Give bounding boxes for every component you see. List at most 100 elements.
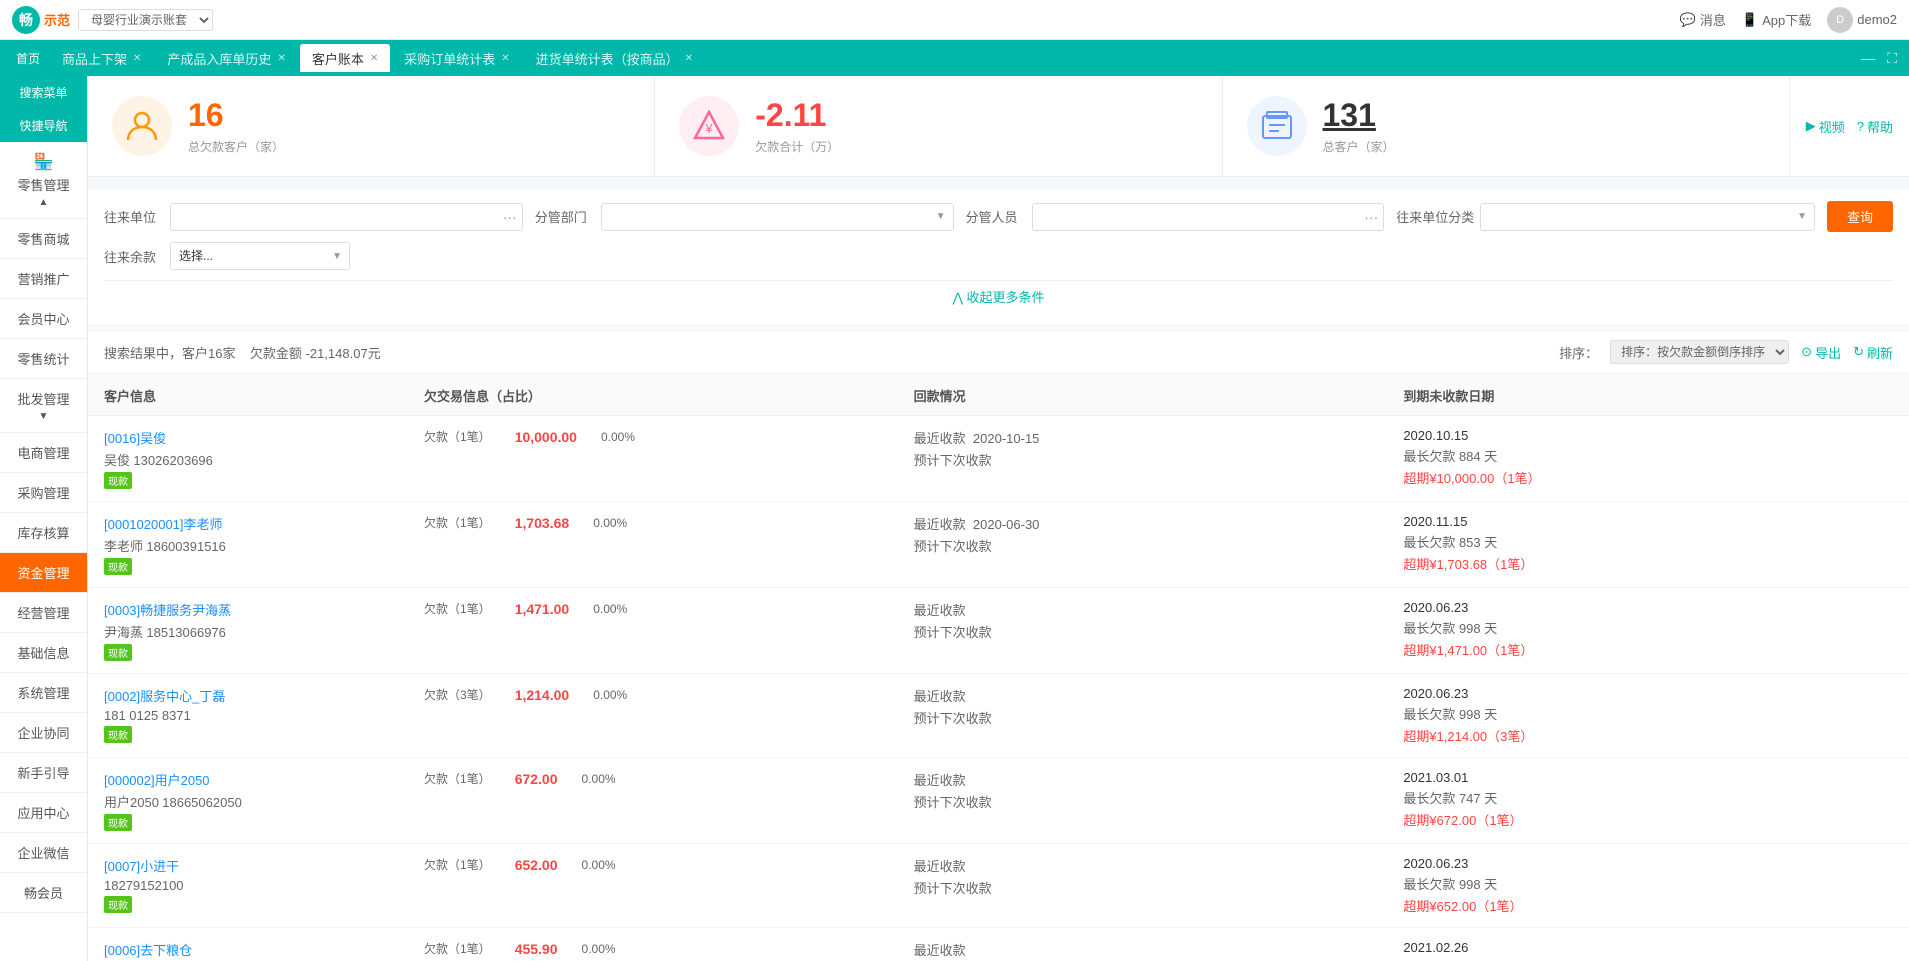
tab-maximize-icon[interactable]: ⛶: [1883, 48, 1901, 69]
store-selector[interactable]: 母婴行业演示账套: [78, 9, 213, 31]
customer-name-1[interactable]: [0001020001]李老师: [104, 514, 424, 533]
overdue-link-0[interactable]: 超期¥10,000.00（1笔）: [1403, 468, 1893, 487]
stats-bar: 16 总欠款客户（家） ¥ -2.11 欠款合计（万） 131: [88, 76, 1909, 177]
query-button[interactable]: 查询: [1827, 201, 1893, 232]
sidebar-item-retail-mall[interactable]: 零售商城: [0, 219, 87, 259]
overdue-cell-0: 2020.10.15 最长欠款 884 天 超期¥10,000.00（1笔）: [1403, 428, 1893, 487]
debt-amount-6: 455.90: [515, 941, 558, 957]
overdue-link-1[interactable]: 超期¥1,703.68（1笔）: [1403, 554, 1893, 573]
retail-mgmt-arrow: ▲: [39, 197, 49, 208]
customer-name-0[interactable]: [0016]吴俊: [104, 428, 424, 447]
sidebar-item-finance[interactable]: 资金管理: [0, 553, 87, 593]
video-btn[interactable]: ▶ 视频: [1806, 92, 1845, 160]
debt-count-5: 欠款（1笔）: [424, 856, 491, 873]
tab-goods-close[interactable]: ✕: [133, 53, 141, 64]
tab-home[interactable]: 首页: [8, 44, 48, 72]
user-avatar[interactable]: D demo2: [1827, 7, 1897, 33]
debt-percent-3: 0.00%: [593, 688, 627, 702]
help-btn[interactable]: ? 帮助: [1857, 92, 1893, 160]
filter-balance-select[interactable]: 选择...: [170, 242, 350, 270]
tab-customer-close[interactable]: ✕: [370, 53, 378, 64]
tab-purchase-stats[interactable]: 进货单统计表（按商品） ✕: [524, 44, 705, 72]
overdue-link-4[interactable]: 超期¥672.00（1笔）: [1403, 810, 1893, 829]
filter-department-select[interactable]: [601, 203, 954, 231]
sidebar-item-retail-mgmt[interactable]: 🏪 零售管理 ▲: [0, 142, 87, 219]
overdue-cell-3: 2020.06.23 最长欠款 998 天 超期¥1,214.00（3笔）: [1403, 686, 1893, 745]
wholesale-arrow: ▼: [39, 411, 49, 422]
debt-cell-0: 欠款（1笔） 10,000.00 0.00%: [424, 428, 914, 445]
tab-production-close[interactable]: ✕: [277, 53, 285, 64]
debt-cell-4: 欠款（1笔） 672.00 0.00%: [424, 770, 914, 787]
refresh-btn[interactable]: ↻ 刷新: [1853, 343, 1893, 362]
sidebar-item-ecommerce[interactable]: 电商管理: [0, 433, 87, 473]
sidebar-item-wholesale[interactable]: 批发管理 ▼: [0, 379, 87, 433]
overdue-link-5[interactable]: 超期¥652.00（1笔）: [1403, 896, 1893, 915]
sidebar-item-inventory[interactable]: 库存核算: [0, 513, 87, 553]
sidebar-label-guide: 新手引导: [17, 763, 69, 782]
overdue-cell-4: 2021.03.01 最长欠款 747 天 超期¥672.00（1笔）: [1403, 770, 1893, 829]
tab-minimize-icon[interactable]: —: [1857, 48, 1879, 69]
debt-percent-0: 0.00%: [601, 430, 635, 444]
sidebar-item-retail-stats[interactable]: 零售统计: [0, 339, 87, 379]
sidebar-search[interactable]: 搜索菜单: [0, 76, 87, 109]
filter-person-input[interactable]: [1032, 203, 1385, 231]
message-icon: 💬: [1680, 12, 1696, 28]
last-payment-5: 最近收款: [914, 856, 1404, 875]
overdue-link-3[interactable]: 超期¥1,214.00（3笔）: [1403, 726, 1893, 745]
sidebar-item-enterprise[interactable]: 企业协同: [0, 713, 87, 753]
due-date-1: 2020.11.15: [1403, 514, 1893, 529]
customer-sub-1: 李老师 18600391516: [104, 536, 424, 555]
table-row: [0006]去下粮仓 陈小册 现款 欠款（1笔） 455.90 0.00% 最近…: [88, 928, 1909, 961]
next-payment-2: 预计下次收款: [914, 622, 1404, 641]
filter-person-dots[interactable]: ···: [1364, 209, 1378, 225]
sidebar-quick-nav[interactable]: 快捷导航: [0, 109, 87, 142]
filter-partner-input[interactable]: [170, 203, 523, 231]
stat-info-customers: 16 总欠款客户（家）: [188, 97, 630, 155]
tab-goods[interactable]: 商品上下架 ✕: [50, 44, 153, 72]
sidebar-item-basic-info[interactable]: 基础信息: [0, 633, 87, 673]
customer-sub-3: 181 0125 8371: [104, 708, 424, 723]
customer-name-6[interactable]: [0006]去下粮仓: [104, 940, 424, 959]
filter-category-select[interactable]: [1480, 203, 1815, 231]
sidebar-item-marketing[interactable]: 营销推广: [0, 259, 87, 299]
last-payment-1: 最近收款 2020-06-30: [914, 514, 1404, 533]
filter-row-2: 往来余款 选择... ▼: [104, 242, 1893, 270]
filter-partner-dots[interactable]: ···: [503, 209, 517, 225]
debt-percent-1: 0.00%: [593, 516, 627, 530]
customer-name-4[interactable]: [000002]用户2050: [104, 770, 424, 789]
sidebar-item-purchase[interactable]: 采购管理: [0, 473, 87, 513]
sidebar-label-basic-info: 基础信息: [17, 643, 69, 662]
sidebar-item-member[interactable]: 会员中心: [0, 299, 87, 339]
next-payment-3: 预计下次收款: [914, 708, 1404, 727]
tab-purchase-close[interactable]: ✕: [501, 53, 509, 64]
col-debt-info: 欠交易信息（占比）: [424, 386, 914, 405]
video-label: 视频: [1819, 117, 1845, 136]
sidebar-item-guide[interactable]: 新手引导: [0, 753, 87, 793]
message-btn[interactable]: 💬 消息: [1680, 10, 1726, 29]
logo-icon: 畅: [12, 6, 40, 34]
sidebar-item-app-center[interactable]: 应用中心: [0, 793, 87, 833]
sort-select[interactable]: 排序：按欠款金额倒序排序: [1610, 340, 1789, 364]
customer-name-3[interactable]: [0002]服务中心_丁磊: [104, 686, 424, 705]
customer-name-5[interactable]: [0007]小进干: [104, 856, 424, 875]
overdue-link-2[interactable]: 超期¥1,471.00（1笔）: [1403, 640, 1893, 659]
app-download-btn[interactable]: 📱 App下载: [1742, 10, 1811, 29]
filter-department: 分管部门 ▼: [535, 203, 954, 231]
debt-amount-2: 1,471.00: [515, 601, 570, 617]
sidebar-item-vip[interactable]: 畅会员: [0, 873, 87, 913]
stat-card-total: 131 总客户（家）: [1223, 76, 1790, 176]
filter-collapse-btn[interactable]: ⋀ 收起更多条件: [104, 280, 1893, 312]
sidebar-item-wechat[interactable]: 企业微信: [0, 833, 87, 873]
tab-purchase-stats-close[interactable]: ✕: [685, 53, 693, 64]
tab-production[interactable]: 产成品入库单历史 ✕: [155, 44, 297, 72]
sidebar-item-system[interactable]: 系统管理: [0, 673, 87, 713]
debt-percent-5: 0.00%: [582, 858, 616, 872]
export-btn[interactable]: ⊙ 导出: [1801, 343, 1841, 362]
sidebar-label-marketing: 营销推广: [17, 269, 69, 288]
sidebar-item-operation[interactable]: 经营管理: [0, 593, 87, 633]
tab-customer-ledger[interactable]: 客户账本 ✕: [300, 44, 390, 72]
tab-purchase-order[interactable]: 采购订单统计表 ✕: [392, 44, 521, 72]
due-date-0: 2020.10.15: [1403, 428, 1893, 443]
result-amount: 欠款金额 -21,148.07元: [250, 346, 381, 361]
customer-name-2[interactable]: [0003]畅捷服务尹海蒸: [104, 600, 424, 619]
